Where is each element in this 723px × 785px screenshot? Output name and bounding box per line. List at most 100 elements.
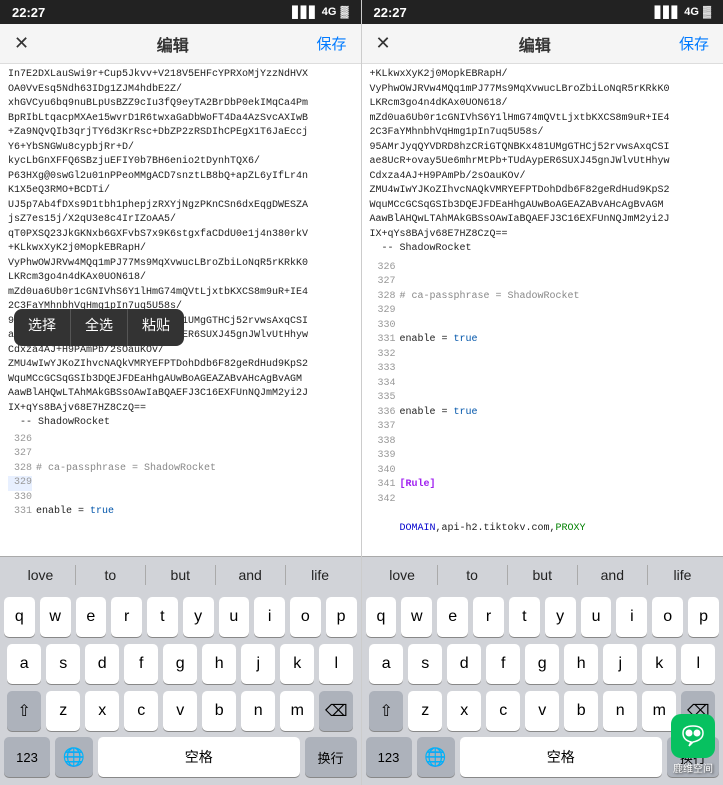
left-numbered-section: 326 327 328 329 330 331 # ca-passphrase … bbox=[8, 433, 353, 557]
key-m[interactable]: m bbox=[280, 691, 314, 731]
context-menu-select-all[interactable]: 全选 bbox=[71, 309, 128, 346]
r-key-t[interactable]: t bbox=[509, 597, 540, 637]
r-key-f[interactable]: f bbox=[486, 644, 520, 684]
r-key-b[interactable]: b bbox=[564, 691, 598, 731]
right-phone-panel: 22:27 ▋▋▋ 4G ▓ ✕ 编辑 保存 +KLkwxXyK2j0MopkE… bbox=[362, 0, 723, 785]
left-kb-row2: a s d f g h j k l bbox=[0, 639, 361, 686]
r-key-shift[interactable]: ⇧ bbox=[369, 691, 403, 731]
left-predictive-bar: love to but and life bbox=[0, 556, 361, 592]
right-pred-and[interactable]: and bbox=[578, 567, 647, 583]
right-predictive-bar: love to but and life bbox=[362, 556, 723, 592]
r-key-g[interactable]: g bbox=[525, 644, 559, 684]
r-key-c[interactable]: c bbox=[486, 691, 520, 731]
key-q[interactable]: q bbox=[4, 597, 35, 637]
right-pred-life[interactable]: life bbox=[648, 567, 717, 583]
left-top-nav: ✕ 编辑 保存 bbox=[0, 24, 361, 64]
left-context-menu[interactable]: 选择 全选 粘贴 bbox=[14, 309, 184, 346]
r-key-s[interactable]: s bbox=[408, 644, 442, 684]
left-status-icons: ▋▋▋ 4G ▓ bbox=[292, 6, 348, 19]
left-kb-row3: ⇧ z x c v b n m ⌫ bbox=[0, 686, 361, 733]
r-key-globe[interactable]: 🌐 bbox=[417, 737, 455, 777]
key-r[interactable]: r bbox=[111, 597, 142, 637]
key-o[interactable]: o bbox=[290, 597, 321, 637]
key-s[interactable]: s bbox=[46, 644, 80, 684]
key-enter[interactable]: 换行 bbox=[305, 737, 357, 777]
right-close-button[interactable]: ✕ bbox=[376, 33, 391, 54]
key-x[interactable]: x bbox=[85, 691, 119, 731]
key-l[interactable]: l bbox=[319, 644, 353, 684]
left-phone-panel: 22:27 ▋▋▋ 4G ▓ ✕ 编辑 保存 In7E2DXLauSwi9r+C… bbox=[0, 0, 362, 785]
key-e[interactable]: e bbox=[76, 597, 107, 637]
wechat-icon bbox=[679, 722, 707, 750]
context-menu-select[interactable]: 选择 bbox=[14, 309, 71, 346]
r-key-e[interactable]: e bbox=[437, 597, 468, 637]
key-v[interactable]: v bbox=[163, 691, 197, 731]
r-key-l[interactable]: l bbox=[681, 644, 715, 684]
key-t[interactable]: t bbox=[147, 597, 178, 637]
watermark: 鹿维空间 bbox=[671, 714, 715, 775]
right-line-numbers: 326 327 328 329 330 331 332 333 334 335 … bbox=[370, 261, 400, 557]
key-u[interactable]: u bbox=[219, 597, 250, 637]
pred-life[interactable]: life bbox=[286, 567, 355, 583]
right-top-nav: ✕ 编辑 保存 bbox=[362, 24, 723, 64]
r-key-r[interactable]: r bbox=[473, 597, 504, 637]
pred-but[interactable]: but bbox=[146, 567, 215, 583]
key-g[interactable]: g bbox=[163, 644, 197, 684]
r-key-i[interactable]: i bbox=[616, 597, 647, 637]
r-key-d[interactable]: d bbox=[447, 644, 481, 684]
key-w[interactable]: w bbox=[40, 597, 71, 637]
r-key-w[interactable]: w bbox=[401, 597, 432, 637]
key-h[interactable]: h bbox=[202, 644, 236, 684]
key-c[interactable]: c bbox=[124, 691, 158, 731]
key-n[interactable]: n bbox=[241, 691, 275, 731]
r-key-h[interactable]: h bbox=[564, 644, 598, 684]
key-p[interactable]: p bbox=[326, 597, 357, 637]
left-close-button[interactable]: ✕ bbox=[14, 33, 29, 54]
right-status-bar: 22:27 ▋▋▋ 4G ▓ bbox=[362, 0, 723, 24]
right-editor-area[interactable]: +KLkwxXyK2j0MopkEBRapH/ VyPhwOWJRVw4MQq1… bbox=[362, 64, 723, 556]
r-key-u[interactable]: u bbox=[581, 597, 612, 637]
key-f[interactable]: f bbox=[124, 644, 158, 684]
key-b[interactable]: b bbox=[202, 691, 236, 731]
r-key-y[interactable]: y bbox=[545, 597, 576, 637]
pred-and[interactable]: and bbox=[216, 567, 285, 583]
pred-to[interactable]: to bbox=[76, 567, 145, 583]
key-a[interactable]: a bbox=[7, 644, 41, 684]
r-key-space[interactable]: 空格 bbox=[460, 737, 663, 777]
key-z[interactable]: z bbox=[46, 691, 80, 731]
key-j[interactable]: j bbox=[241, 644, 275, 684]
right-kb-bottom: 123 🌐 空格 换行 bbox=[362, 733, 723, 785]
left-save-button[interactable]: 保存 bbox=[316, 33, 346, 54]
key-d[interactable]: d bbox=[85, 644, 119, 684]
left-editor-area[interactable]: In7E2DXLauSwi9r+Cup5Jkvv+V218V5EHFcYPRXo… bbox=[0, 64, 361, 556]
key-space[interactable]: 空格 bbox=[98, 737, 300, 777]
r-key-o[interactable]: o bbox=[652, 597, 683, 637]
pred-love[interactable]: love bbox=[6, 567, 75, 583]
left-numbered-content: # ca-passphrase = ShadowRocket enable = … bbox=[36, 433, 353, 557]
right-pred-but[interactable]: but bbox=[508, 567, 577, 583]
r-key-j[interactable]: j bbox=[603, 644, 637, 684]
key-shift[interactable]: ⇧ bbox=[7, 691, 41, 731]
key-numbers[interactable]: 123 bbox=[4, 737, 50, 777]
key-backspace[interactable]: ⌫ bbox=[319, 691, 353, 731]
key-y[interactable]: y bbox=[183, 597, 214, 637]
right-save-button[interactable]: 保存 bbox=[679, 33, 709, 54]
watermark-text: 鹿维空间 bbox=[673, 760, 713, 775]
r-key-x[interactable]: x bbox=[447, 691, 481, 731]
r-key-v[interactable]: v bbox=[525, 691, 559, 731]
key-k[interactable]: k bbox=[280, 644, 314, 684]
r-key-p[interactable]: p bbox=[688, 597, 719, 637]
r-key-k[interactable]: k bbox=[642, 644, 676, 684]
right-nav-title: 编辑 bbox=[519, 32, 551, 56]
key-globe[interactable]: 🌐 bbox=[55, 737, 93, 777]
r-key-q[interactable]: q bbox=[366, 597, 397, 637]
r-key-z[interactable]: z bbox=[408, 691, 442, 731]
right-pred-to[interactable]: to bbox=[438, 567, 507, 583]
context-menu-paste[interactable]: 粘贴 bbox=[128, 309, 184, 346]
r-key-n[interactable]: n bbox=[603, 691, 637, 731]
r-key-a[interactable]: a bbox=[369, 644, 403, 684]
r-key-numbers[interactable]: 123 bbox=[366, 737, 412, 777]
right-kb-row2: a s d f g h j k l bbox=[362, 639, 723, 686]
right-pred-love[interactable]: love bbox=[368, 567, 437, 583]
key-i[interactable]: i bbox=[254, 597, 285, 637]
